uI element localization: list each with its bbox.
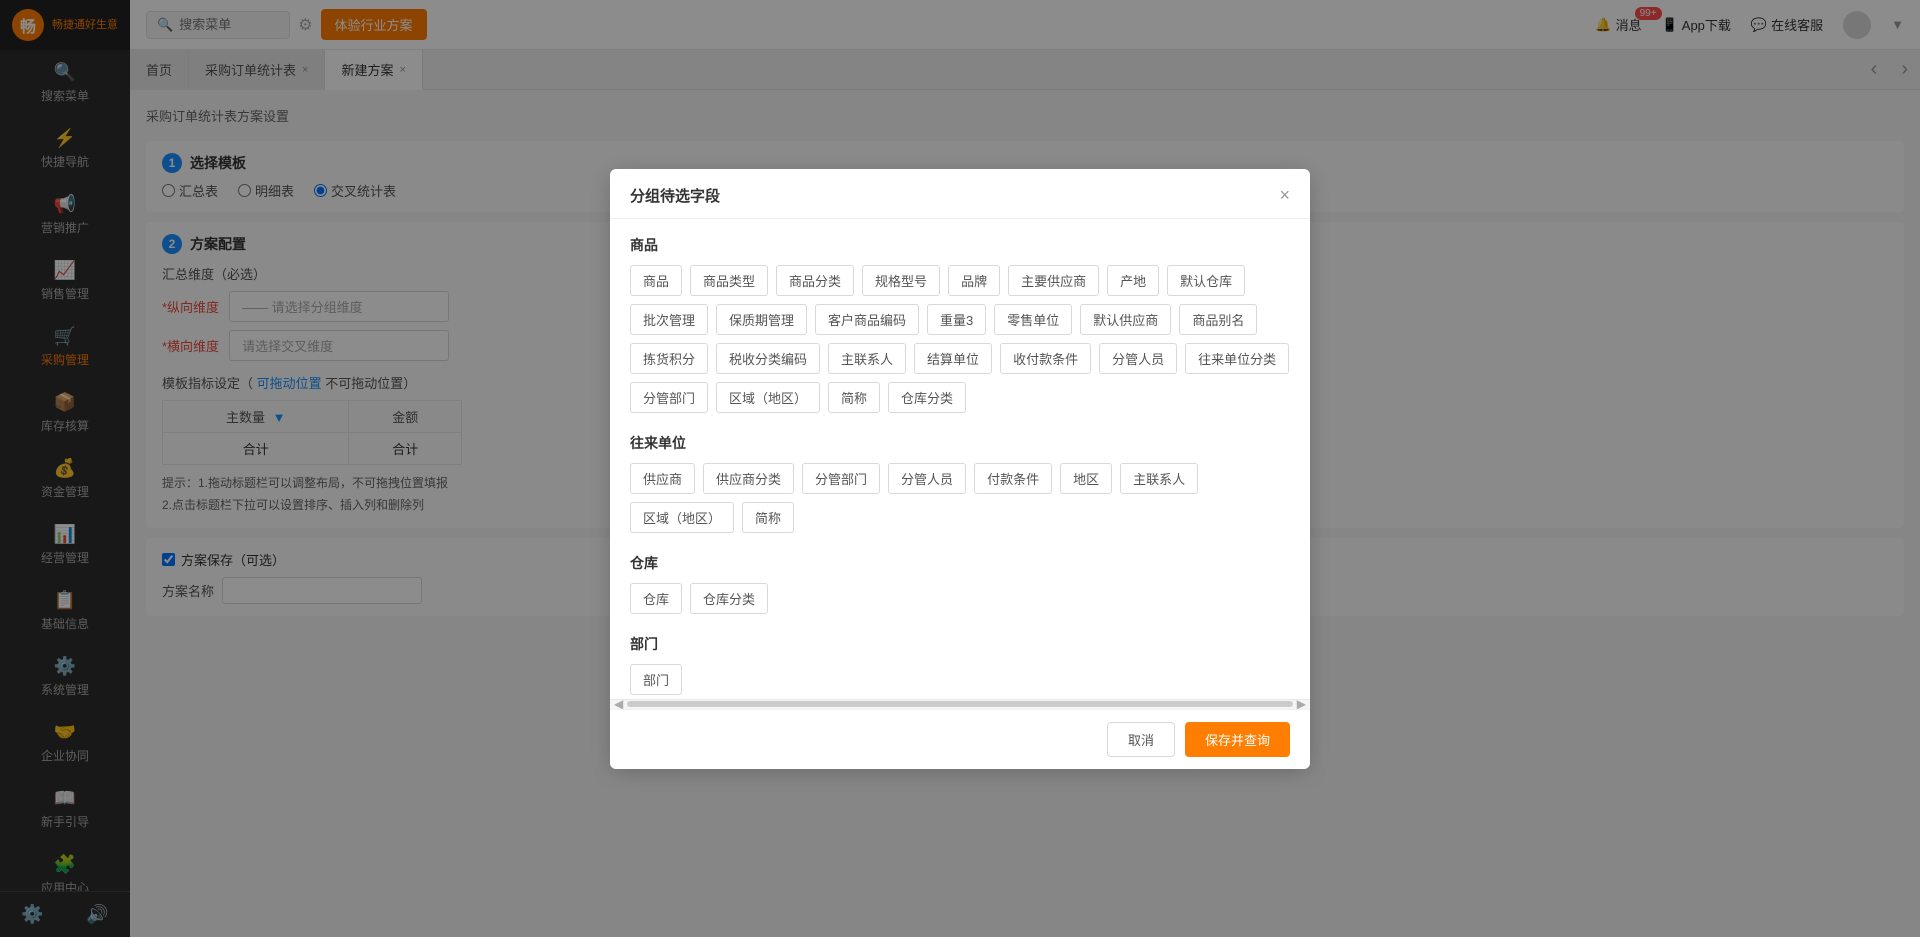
field-tag-partner-8[interactable]: 简称 [742,502,794,533]
field-tag-partner-7[interactable]: 区域（地区） [630,502,734,533]
field-tag-product-23[interactable]: 区域（地区） [716,382,820,413]
field-tag-partner-2[interactable]: 分管部门 [802,463,880,494]
field-tag-product-1[interactable]: 商品类型 [690,265,768,296]
field-tag-dept-0[interactable]: 部门 [630,664,682,695]
modal-header: 分组待选字段 × [610,169,1310,219]
field-tag-product-6[interactable]: 产地 [1107,265,1159,296]
field-tag-product-15[interactable]: 拣货积分 [630,343,708,374]
field-tag-product-10[interactable]: 客户商品编码 [815,304,919,335]
field-tag-product-12[interactable]: 零售单位 [994,304,1072,335]
field-tag-product-20[interactable]: 分管人员 [1099,343,1177,374]
field-tag-product-22[interactable]: 分管部门 [630,382,708,413]
field-tag-product-24[interactable]: 简称 [828,382,880,413]
field-select-modal: 分组待选字段 × 商品 商品 商品类型 商品分类 规格型号 品牌 主要供应商 产… [610,169,1310,769]
modal-hscrollbar: ◀ ▶ [610,699,1310,709]
field-group-warehouse: 仓库 仓库 仓库分类 [630,553,1290,614]
field-group-department: 部门 部门 [630,634,1290,695]
field-tag-product-13[interactable]: 默认供应商 [1080,304,1171,335]
field-group-product: 商品 商品 商品类型 商品分类 规格型号 品牌 主要供应商 产地 默认仓库 批次… [630,235,1290,413]
modal-footer: 取消 保存并查询 [610,709,1310,769]
product-field-tags: 商品 商品类型 商品分类 规格型号 品牌 主要供应商 产地 默认仓库 批次管理 … [630,265,1290,413]
field-tag-product-4[interactable]: 品牌 [948,265,1000,296]
field-tag-partner-5[interactable]: 地区 [1060,463,1112,494]
field-tag-product-16[interactable]: 税收分类编码 [716,343,820,374]
field-tag-product-9[interactable]: 保质期管理 [716,304,807,335]
field-tag-product-17[interactable]: 主联系人 [828,343,906,374]
field-group-partner: 往来单位 供应商 供应商分类 分管部门 分管人员 付款条件 地区 主联系人 区域… [630,433,1290,533]
field-tag-partner-3[interactable]: 分管人员 [888,463,966,494]
field-group-warehouse-title: 仓库 [630,553,1290,573]
field-group-department-title: 部门 [630,634,1290,654]
field-group-product-title: 商品 [630,235,1290,255]
modal-close-btn[interactable]: × [1279,186,1290,204]
field-tag-product-8[interactable]: 批次管理 [630,304,708,335]
field-tag-product-2[interactable]: 商品分类 [776,265,854,296]
field-tag-product-7[interactable]: 默认仓库 [1167,265,1245,296]
field-tag-product-25[interactable]: 仓库分类 [888,382,966,413]
field-tag-product-3[interactable]: 规格型号 [862,265,940,296]
modal-overlay: 分组待选字段 × 商品 商品 商品类型 商品分类 规格型号 品牌 主要供应商 产… [0,0,1920,937]
field-tag-partner-4[interactable]: 付款条件 [974,463,1052,494]
field-tag-product-5[interactable]: 主要供应商 [1008,265,1099,296]
field-tag-partner-0[interactable]: 供应商 [630,463,695,494]
field-tag-partner-6[interactable]: 主联系人 [1120,463,1198,494]
save-query-button[interactable]: 保存并查询 [1185,722,1290,757]
hscroll-bar[interactable] [627,701,1293,707]
field-tag-product-11[interactable]: 重量3 [927,304,986,335]
partner-field-tags: 供应商 供应商分类 分管部门 分管人员 付款条件 地区 主联系人 区域（地区） … [630,463,1290,533]
field-tag-warehouse-0[interactable]: 仓库 [630,583,682,614]
field-tag-product-0[interactable]: 商品 [630,265,682,296]
field-tag-product-18[interactable]: 结算单位 [914,343,992,374]
department-field-tags: 部门 [630,664,1290,695]
modal-title: 分组待选字段 [630,185,720,206]
cancel-button[interactable]: 取消 [1107,722,1175,757]
field-tag-product-21[interactable]: 往来单位分类 [1185,343,1289,374]
field-tag-product-19[interactable]: 收付款条件 [1000,343,1091,374]
warehouse-field-tags: 仓库 仓库分类 [630,583,1290,614]
field-group-partner-title: 往来单位 [630,433,1290,453]
field-tag-warehouse-1[interactable]: 仓库分类 [690,583,768,614]
field-tag-product-14[interactable]: 商品别名 [1179,304,1257,335]
modal-body: 商品 商品 商品类型 商品分类 规格型号 品牌 主要供应商 产地 默认仓库 批次… [610,219,1310,699]
field-tag-partner-1[interactable]: 供应商分类 [703,463,794,494]
